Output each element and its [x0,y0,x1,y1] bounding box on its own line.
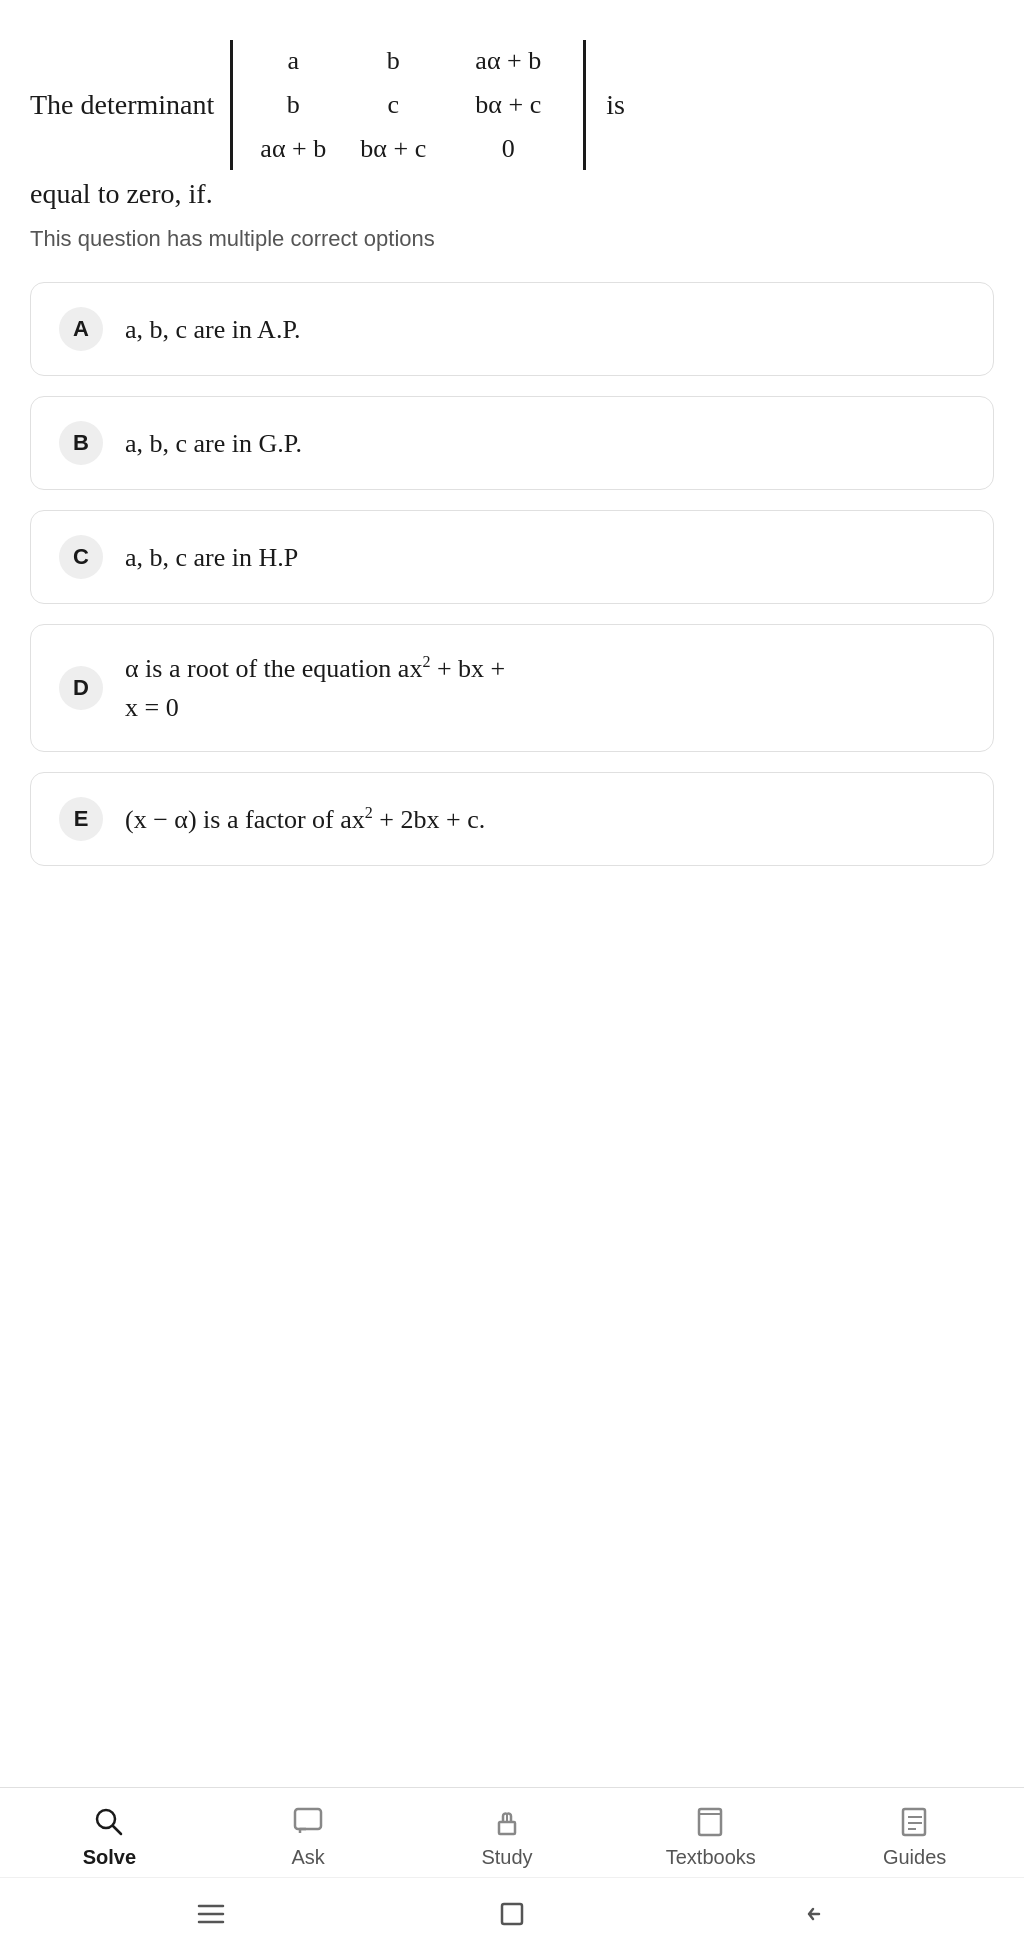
option-b[interactable]: B a, b, c are in G.P. [30,396,994,490]
option-c[interactable]: C a, b, c are in H.P [30,510,994,604]
matrix-container: a b aα + b b c bα + c aα + b bα + c 0 [230,40,586,170]
android-back-btn[interactable] [795,1896,831,1932]
equal-to-text: equal to zero, if. [30,178,994,210]
option-b-text: a, b, c are in G.P. [125,424,302,463]
statement-prefix: The determinant [30,89,214,121]
search-icon [91,1804,127,1840]
statement-suffix: is [606,89,625,121]
nav-label-solve: Solve [83,1846,136,1869]
option-e-badge: E [59,797,103,841]
cell-2-1: bα + c [343,134,443,164]
cell-2-2: 0 [443,134,573,164]
nav-item-ask[interactable]: Ask [268,1804,348,1869]
guides-icon [897,1804,933,1840]
option-d[interactable]: D α is a root of the equation ax2 + bx +… [30,624,994,752]
cell-1-1: c [343,90,443,120]
main-content: The determinant a b aα + b b c bα + c aα… [0,0,1024,1787]
option-a[interactable]: A a, b, c are in A.P. [30,282,994,376]
nav-label-study: Study [481,1846,532,1869]
matrix-grid: a b aα + b b c bα + c aα + b bα + c 0 [243,40,573,170]
android-menu-btn[interactable] [193,1896,229,1932]
cell-0-0: a [243,46,343,76]
chat-icon [290,1804,326,1840]
svg-rect-13 [502,1904,522,1924]
bottom-nav: Solve Ask Study [0,1787,1024,1877]
cell-2-0: aα + b [243,134,343,164]
nav-items: Solve Ask Study [0,1804,1024,1869]
bracket-right [583,40,586,170]
android-nav-bar [0,1877,1024,1950]
nav-item-solve[interactable]: Solve [69,1804,149,1869]
bracket-left [230,40,233,170]
cell-0-1: b [343,46,443,76]
option-c-badge: C [59,535,103,579]
cell-0-2: aα + b [443,46,573,76]
svg-line-1 [113,1826,121,1834]
option-e-text: (x − α) is a factor of ax2 + 2bx + c. [125,800,485,839]
option-b-badge: B [59,421,103,465]
options-list: A a, b, c are in A.P. B a, b, c are in G… [30,282,994,866]
android-home-btn[interactable] [494,1896,530,1932]
multiple-correct-label: This question has multiple correct optio… [30,226,994,252]
textbook-icon [693,1804,729,1840]
study-icon [489,1804,525,1840]
nav-item-study[interactable]: Study [467,1804,547,1869]
option-d-badge: D [59,666,103,710]
option-a-text: a, b, c are in A.P. [125,310,300,349]
nav-label-guides: Guides [883,1846,946,1869]
svg-rect-4 [699,1809,721,1835]
svg-rect-3 [499,1822,515,1834]
nav-label-textbooks: Textbooks [666,1846,756,1869]
nav-item-guides[interactable]: Guides [875,1804,955,1869]
svg-rect-2 [295,1809,321,1829]
nav-label-ask: Ask [292,1846,325,1869]
option-c-text: a, b, c are in H.P [125,538,298,577]
option-e[interactable]: E (x − α) is a factor of ax2 + 2bx + c. [30,772,994,866]
option-d-text: α is a root of the equation ax2 + bx +x … [125,649,505,727]
nav-item-textbooks[interactable]: Textbooks [666,1804,756,1869]
question-statement: The determinant a b aα + b b c bα + c aα… [30,40,994,252]
cell-1-2: bα + c [443,90,573,120]
option-a-badge: A [59,307,103,351]
cell-1-0: b [243,90,343,120]
